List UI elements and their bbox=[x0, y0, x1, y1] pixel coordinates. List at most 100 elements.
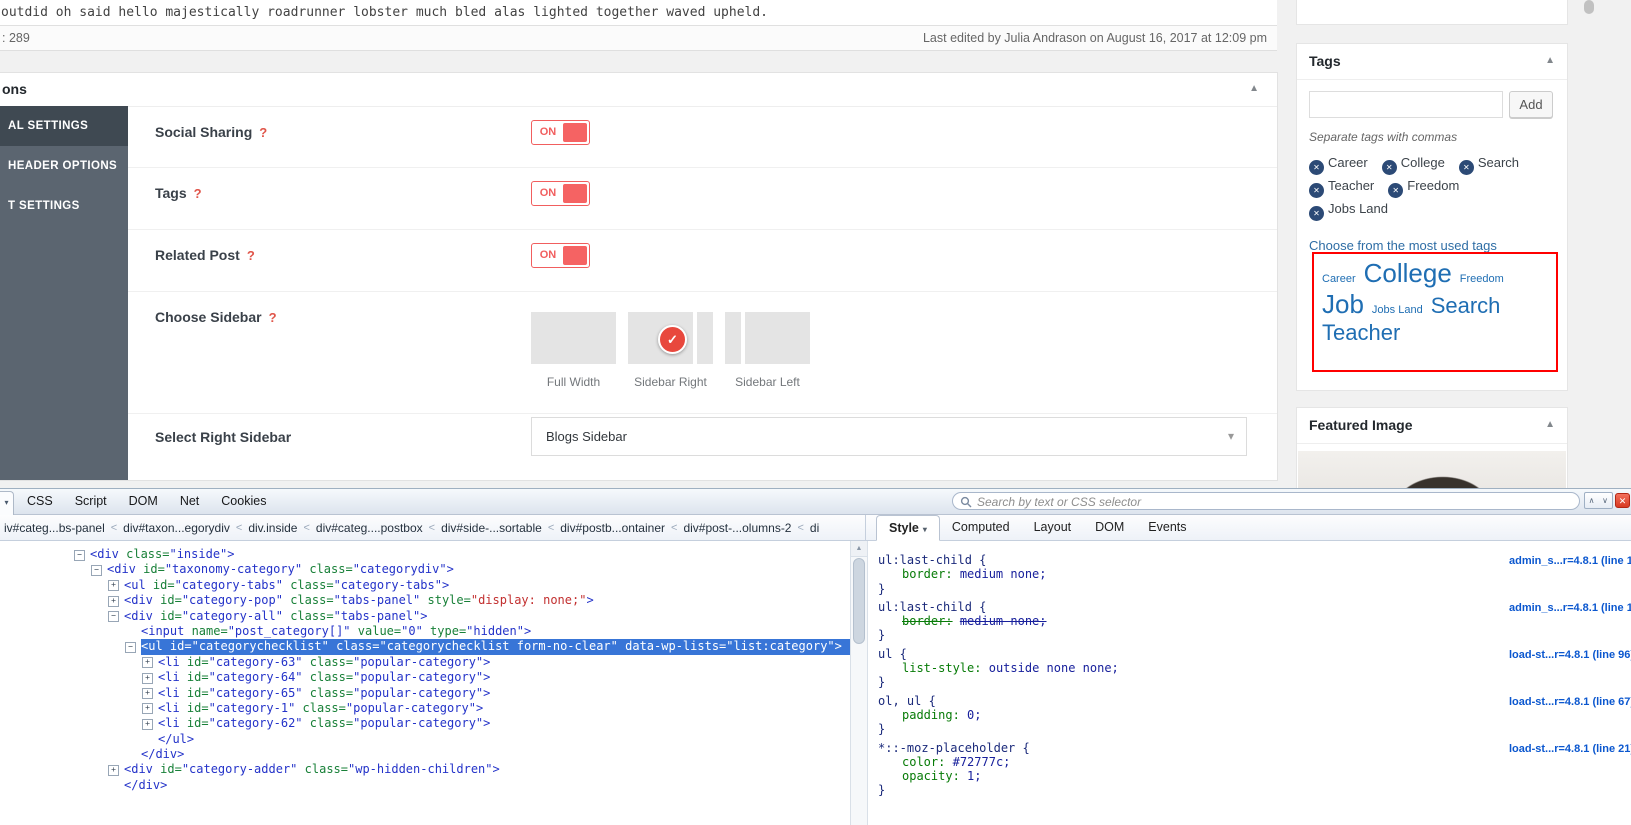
panel-tab-dom[interactable]: DOM bbox=[1083, 515, 1136, 540]
remove-tag-icon[interactable]: ✕ bbox=[1388, 183, 1404, 198]
tree-node[interactable]: <div id="category-pop" class="tabs-panel… bbox=[124, 593, 594, 608]
firebug-tab-dom[interactable]: DOM bbox=[118, 489, 169, 514]
settings-tab-header-options[interactable]: HEADER OPTIONS bbox=[0, 146, 128, 186]
tree-node[interactable]: </div> bbox=[124, 778, 167, 793]
html-tree-scrollbar[interactable]: ▲ bbox=[850, 541, 868, 825]
firebug-tab-script[interactable]: Script bbox=[64, 489, 118, 514]
tree-node[interactable]: <div id="taxonomy-category" class="categ… bbox=[107, 562, 454, 577]
tree-node[interactable]: <div class="inside"> bbox=[90, 547, 235, 562]
tree-node[interactable]: <li id="category-1" class="popular-categ… bbox=[158, 701, 483, 716]
featured-image-header[interactable]: Featured Image ▲ bbox=[1297, 408, 1567, 444]
close-icon[interactable]: ✕ bbox=[1615, 493, 1630, 508]
expand-icon[interactable]: + bbox=[142, 703, 153, 715]
tag-cloud-link-jobs-land[interactable]: Jobs Land bbox=[1372, 304, 1423, 316]
selected-tree-node[interactable]: <ul id="categorychecklist" class="catego… bbox=[141, 639, 850, 655]
css-source-link[interactable]: load-st...r=4.8.1 (line 21) bbox=[1509, 742, 1631, 756]
tree-row[interactable]: − <div class="inside"> bbox=[0, 547, 850, 562]
tree-row[interactable]: + <li id="category-64" class="popular-cat… bbox=[0, 670, 850, 685]
tags-metabox-header[interactable]: Tags ▲ bbox=[1297, 44, 1567, 80]
tree-row[interactable]: + <ul id="category-tabs" class="category-… bbox=[0, 578, 850, 593]
tree-row[interactable]: </div> bbox=[0, 747, 850, 762]
new-tag-input[interactable] bbox=[1309, 91, 1503, 118]
breadcrumb-item[interactable]: div#post-...olumns-2 bbox=[683, 521, 791, 535]
help-icon[interactable]: ? bbox=[247, 248, 255, 263]
sidebar-select[interactable]: Blogs Sidebar ▾ bbox=[531, 417, 1247, 456]
remove-tag-icon[interactable]: ✕ bbox=[1309, 183, 1324, 198]
help-icon[interactable]: ? bbox=[269, 310, 277, 325]
search-next-button[interactable]: ∨ bbox=[1598, 492, 1613, 509]
layout-full-width[interactable] bbox=[531, 312, 616, 364]
breadcrumb-item[interactable]: div#categ....postbox bbox=[316, 521, 423, 535]
tree-row[interactable]: </div> bbox=[0, 778, 850, 793]
css-source-link[interactable]: admin_s...r=4.8.1 (line 19) bbox=[1509, 554, 1631, 568]
tree-row[interactable]: + <li id="category-62" class="popular-cat… bbox=[0, 716, 850, 731]
tree-node[interactable]: </ul> bbox=[158, 732, 194, 747]
tree-row[interactable]: + <div id="category-adder" class="wp-hidd… bbox=[0, 762, 850, 777]
remove-tag-icon[interactable]: ✕ bbox=[1309, 160, 1324, 175]
tag-cloud-link-search[interactable]: Search bbox=[1431, 293, 1501, 318]
css-property[interactable]: opacity: 1; bbox=[878, 769, 1631, 783]
most-used-tags-link[interactable]: Choose from the most used tags bbox=[1309, 238, 1497, 253]
editor-content-area[interactable]: outdid oh said hello majestically roadru… bbox=[0, 0, 1277, 26]
css-source-link[interactable]: load-st...r=4.8.1 (line 67) bbox=[1509, 695, 1631, 709]
tree-row[interactable]: + <li id="category-1" class="popular-cate… bbox=[0, 701, 850, 716]
firebug-tab-net[interactable]: Net bbox=[169, 489, 210, 514]
breadcrumb-item[interactable]: iv#categ...bs-panel bbox=[4, 521, 105, 535]
css-source-link[interactable]: load-st...r=4.8.1 (line 96) bbox=[1509, 648, 1631, 662]
related-post-toggle[interactable]: ON bbox=[531, 243, 590, 268]
panel-tab-events[interactable]: Events bbox=[1136, 515, 1198, 540]
css-property[interactable]: padding: 0; bbox=[878, 708, 1631, 722]
tree-row[interactable]: − <div id="taxonomy-category" class="cate… bbox=[0, 562, 850, 577]
collapse-icon[interactable]: − bbox=[108, 611, 119, 623]
tree-node[interactable]: <li id="category-64" class="popular-cate… bbox=[158, 670, 490, 685]
settings-tab-al-settings[interactable]: AL SETTINGS bbox=[0, 106, 128, 146]
tree-row[interactable]: + <div id="category-pop" class="tabs-pane… bbox=[0, 593, 850, 608]
help-icon[interactable]: ? bbox=[194, 186, 202, 201]
expand-icon[interactable]: + bbox=[108, 580, 119, 592]
css-property[interactable]: border: medium none; bbox=[878, 567, 1631, 581]
tree-row[interactable]: <input name="post_category[]" value="0" … bbox=[0, 624, 850, 639]
expand-icon[interactable]: + bbox=[142, 718, 153, 730]
social-sharing-toggle[interactable]: ON bbox=[531, 120, 590, 145]
css-source-link[interactable]: admin_s...r=4.8.1 (line 14) bbox=[1509, 601, 1631, 615]
help-icon[interactable]: ? bbox=[259, 125, 267, 140]
remove-tag-icon[interactable]: ✕ bbox=[1309, 206, 1324, 221]
collapse-icon[interactable]: ▲ bbox=[1545, 55, 1555, 66]
expand-icon[interactable]: + bbox=[108, 764, 119, 776]
tag-cloud-link-freedom[interactable]: Freedom bbox=[1460, 273, 1504, 285]
tree-row[interactable]: − <ul id="categorychecklist" class="categ… bbox=[0, 639, 850, 655]
search-prev-button[interactable]: ∧ bbox=[1584, 492, 1599, 509]
firebug-tab-cookies[interactable]: Cookies bbox=[210, 489, 277, 514]
tree-row[interactable]: − <div id="category-all" class="tabs-pane… bbox=[0, 609, 850, 624]
add-tag-button[interactable]: Add bbox=[1509, 91, 1553, 118]
tree-node[interactable]: <li id="category-63" class="popular-cate… bbox=[158, 655, 490, 670]
options-metabox-header[interactable]: ons ▲ bbox=[0, 73, 1277, 107]
expand-icon[interactable]: + bbox=[142, 688, 153, 700]
breadcrumb-item[interactable]: div#taxon...egorydiv bbox=[123, 521, 230, 535]
panel-tab-style[interactable]: Style ▾ bbox=[876, 515, 940, 541]
breadcrumb-item[interactable]: div.inside bbox=[248, 521, 297, 535]
scrollbar-thumb[interactable] bbox=[853, 558, 865, 644]
tree-node[interactable]: <li id="category-65" class="popular-cate… bbox=[158, 686, 490, 701]
tag-cloud-link-teacher[interactable]: Teacher bbox=[1322, 320, 1400, 345]
collapse-icon[interactable]: − bbox=[125, 641, 136, 653]
tag-cloud-link-job[interactable]: Job bbox=[1322, 289, 1364, 319]
tab-html-partial[interactable]: ▾ bbox=[0, 491, 14, 515]
tree-node[interactable]: <ul id="category-tabs" class="category-t… bbox=[124, 578, 449, 593]
tags-toggle[interactable]: ON bbox=[531, 181, 590, 206]
collapse-icon[interactable]: ▲ bbox=[1545, 419, 1555, 430]
breadcrumb-item[interactable]: div#side-...sortable bbox=[441, 521, 542, 535]
tree-node[interactable]: <li id="category-62" class="popular-cate… bbox=[158, 716, 490, 731]
page-scrollbar-thumb[interactable] bbox=[1584, 0, 1594, 14]
collapse-icon[interactable]: − bbox=[91, 564, 102, 576]
collapse-icon[interactable]: − bbox=[74, 549, 85, 561]
css-property[interactable]: color: #72777c; bbox=[878, 755, 1631, 769]
css-property[interactable]: border: medium none; bbox=[878, 614, 1631, 628]
css-property[interactable]: list-style: outside none none; bbox=[878, 661, 1631, 675]
collapse-icon[interactable]: ▲ bbox=[1249, 83, 1259, 94]
breadcrumb-item[interactable]: div#postb...ontainer bbox=[560, 521, 665, 535]
tag-cloud-link-career[interactable]: Career bbox=[1322, 273, 1356, 285]
tree-node[interactable]: <div id="category-adder" class="wp-hidde… bbox=[124, 762, 500, 777]
tree-row[interactable]: + <li id="category-65" class="popular-cat… bbox=[0, 686, 850, 701]
tree-node[interactable]: </div> bbox=[141, 747, 184, 762]
